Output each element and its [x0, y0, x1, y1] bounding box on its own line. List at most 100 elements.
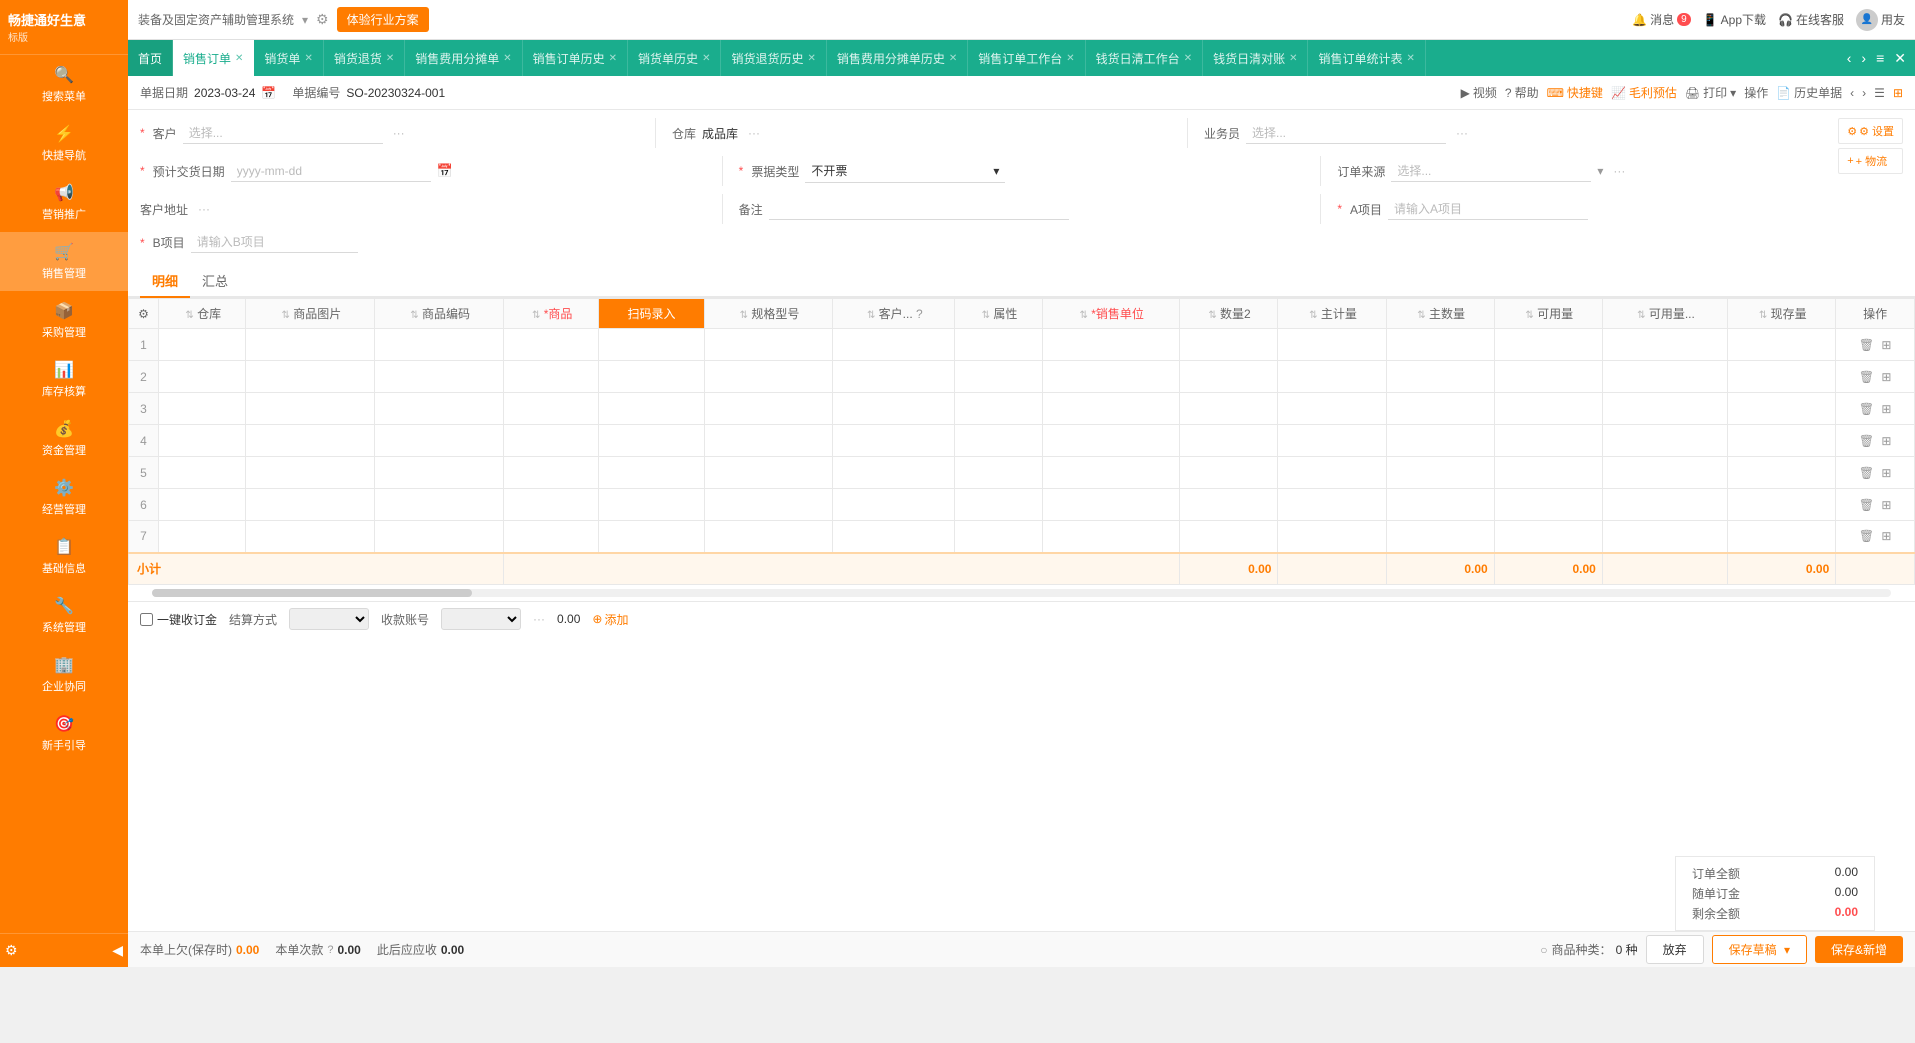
cell-avail1-5[interactable] [1494, 457, 1602, 489]
settings-button[interactable]: ⚙ ⚙ 设置 [1838, 118, 1903, 144]
cell-code-6[interactable] [375, 489, 504, 521]
order-source-dropdown-icon[interactable]: ▾ [1597, 164, 1603, 178]
cell-avail2-5[interactable] [1602, 457, 1727, 489]
user-menu[interactable]: 👤 用友 [1856, 9, 1905, 31]
cell-code-2[interactable] [375, 361, 504, 393]
copy-icon-4[interactable]: ⊞ [1881, 434, 1891, 448]
cell-unit-6[interactable] [1042, 489, 1179, 521]
tab-close-icon[interactable]: ✕ [1066, 53, 1074, 64]
cell-code-7[interactable] [375, 521, 504, 553]
delete-icon-3[interactable]: 🗑 [1859, 402, 1874, 416]
sidebar-item-guide[interactable]: 🎯 新手引导 [0, 704, 128, 763]
cell-product-5[interactable] [504, 457, 599, 489]
topbar-settings-icon[interactable]: ⚙ [316, 11, 329, 28]
cell-main-qty-2[interactable] [1386, 361, 1494, 393]
sort-icon[interactable]: ⇅ [410, 310, 418, 321]
cell-qty2-6[interactable] [1179, 489, 1278, 521]
sidebar-item-sales[interactable]: 🛒 销售管理 [0, 232, 128, 291]
sort-icon[interactable]: ⇅ [867, 310, 875, 321]
calendar2-icon[interactable]: 📅 [437, 163, 453, 179]
tab-expense-history[interactable]: 销售费用分摊单历史 ✕ [827, 40, 968, 76]
help-button[interactable]: ? 帮助 [1505, 84, 1539, 101]
cell-attr-7[interactable] [955, 521, 1042, 553]
operation-button[interactable]: 操作 [1744, 84, 1768, 101]
sort-icon[interactable]: ⇅ [185, 310, 193, 321]
tab-sales-workbench[interactable]: 销售订单工作台 ✕ [968, 40, 1085, 76]
sidebar-item-operations[interactable]: ⚙️ 经营管理 [0, 468, 128, 527]
cell-stock-7[interactable] [1728, 521, 1836, 553]
cell-scan-2[interactable] [599, 361, 704, 393]
sidebar-item-quick-nav[interactable]: ⚡ 快捷导航 [0, 114, 128, 173]
cell-warehouse-6[interactable] [159, 489, 246, 521]
copy-icon-5[interactable]: ⊞ [1881, 466, 1891, 480]
sidebar-item-inventory[interactable]: 📊 库存核算 [0, 350, 128, 409]
sidebar-item-marketing[interactable]: 📢 营销推广 [0, 173, 128, 232]
cell-main-qty-5[interactable] [1386, 457, 1494, 489]
cell-unit-5[interactable] [1042, 457, 1179, 489]
scroll-track[interactable] [152, 589, 1891, 597]
tab-sales-expense[interactable]: 销售费用分摊单 ✕ [405, 40, 522, 76]
tab-close-icon[interactable]: ✕ [702, 53, 710, 64]
delete-icon-6[interactable]: 🗑 [1859, 498, 1874, 512]
cell-scan-7[interactable] [599, 521, 704, 553]
cell-stock-4[interactable] [1728, 425, 1836, 457]
cell-avail2-7[interactable] [1602, 521, 1727, 553]
warehouse-more-icon[interactable]: ··· [748, 126, 760, 140]
current-help-icon[interactable]: ? [327, 944, 333, 956]
copy-icon-7[interactable]: ⊞ [1881, 529, 1891, 543]
settings-bottom-icon[interactable]: ⚙ [5, 942, 18, 959]
list-view-icon[interactable]: ☰ [1874, 86, 1885, 100]
cell-code-5[interactable] [375, 457, 504, 489]
sort-icon[interactable]: ⇅ [1637, 310, 1645, 321]
print-button[interactable]: 🖨 打印 ▾ [1685, 84, 1736, 101]
col-scan[interactable]: 扫码录入 [599, 299, 704, 329]
sort-icon[interactable]: ⇅ [532, 310, 540, 321]
sort-icon[interactable]: ⇅ [281, 310, 289, 321]
cell-spec-1[interactable] [704, 329, 833, 361]
cell-main-unit-2[interactable] [1278, 361, 1386, 393]
salesman-more-icon[interactable]: ··· [1456, 126, 1468, 140]
cell-unit-2[interactable] [1042, 361, 1179, 393]
cell-customer-5[interactable] [833, 457, 955, 489]
tab-close-icon[interactable]: ✕ [304, 53, 312, 64]
cell-avail1-6[interactable] [1494, 489, 1602, 521]
cell-product-4[interactable] [504, 425, 599, 457]
cell-stock-2[interactable] [1728, 361, 1836, 393]
delete-icon-1[interactable]: 🗑 [1859, 338, 1874, 352]
cell-customer-1[interactable] [833, 329, 955, 361]
cell-main-qty-7[interactable] [1386, 521, 1494, 553]
cell-stock-3[interactable] [1728, 393, 1836, 425]
history-button[interactable]: 📄 历史单据 [1776, 84, 1842, 101]
delivery-date-input[interactable] [231, 161, 431, 182]
page-next-icon[interactable]: › [1862, 86, 1866, 100]
customer-input[interactable] [183, 123, 383, 144]
cell-avail1-3[interactable] [1494, 393, 1602, 425]
cell-spec-4[interactable] [704, 425, 833, 457]
cell-stock-5[interactable] [1728, 457, 1836, 489]
order-source-more-icon[interactable]: ··· [1613, 164, 1625, 178]
cell-main-unit-6[interactable] [1278, 489, 1386, 521]
scroll-area[interactable] [128, 585, 1915, 601]
cell-main-unit-3[interactable] [1278, 393, 1386, 425]
view-button[interactable]: ▶ 视频 [1461, 84, 1497, 101]
cell-code-4[interactable] [375, 425, 504, 457]
sidebar-item-enterprise[interactable]: 🏢 企业协同 [0, 645, 128, 704]
cell-main-unit-4[interactable] [1278, 425, 1386, 457]
add-product-button[interactable]: + + 物流 [1838, 148, 1903, 174]
product-count-icon[interactable]: ○ [1540, 943, 1547, 957]
remarks-input[interactable] [769, 199, 1069, 220]
a-project-input[interactable] [1388, 199, 1588, 220]
cell-scan-6[interactable] [599, 489, 704, 521]
save-draft-button[interactable]: 保存草稿 ▾ [1712, 935, 1807, 964]
grid-view-icon[interactable]: ⊞ [1893, 86, 1903, 100]
tab-close-icon[interactable]: ✕ [503, 53, 511, 64]
cell-unit-3[interactable] [1042, 393, 1179, 425]
tab-sales-order[interactable]: 销售订单 ✕ [173, 40, 254, 76]
cell-qty2-2[interactable] [1179, 361, 1278, 393]
sort-icon[interactable]: ⇅ [1759, 310, 1767, 321]
cell-spec-3[interactable] [704, 393, 833, 425]
cell-stock-1[interactable] [1728, 329, 1836, 361]
cell-customer-7[interactable] [833, 521, 955, 553]
cell-attr-2[interactable] [955, 361, 1042, 393]
customer-more-icon[interactable]: ··· [393, 126, 405, 140]
